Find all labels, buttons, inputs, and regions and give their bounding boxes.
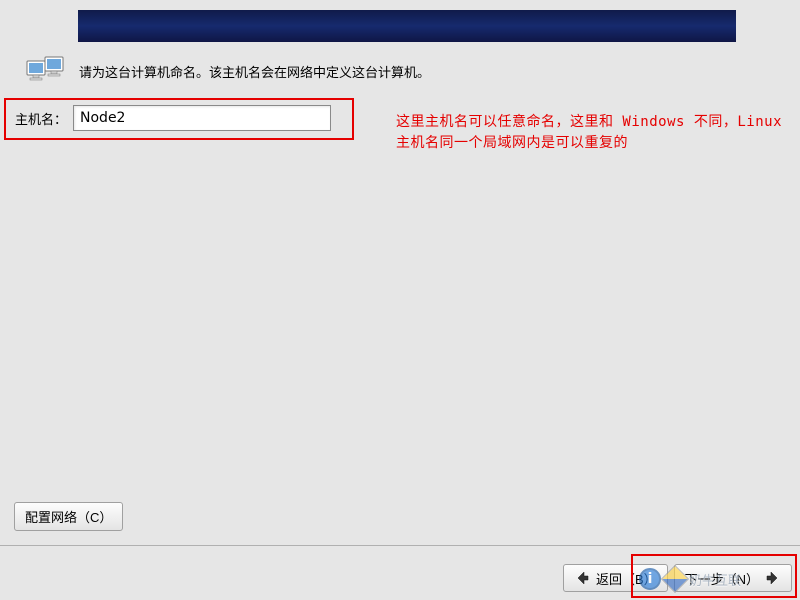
separator-line	[0, 545, 800, 546]
next-button-label: 下一步（N）	[685, 569, 759, 588]
computers-icon	[25, 55, 67, 87]
header-banner	[78, 10, 736, 42]
back-button[interactable]: 返回（B）	[563, 564, 668, 592]
annotation-text: 这里主机名可以任意命名，这里和 Windows 不同，Linux 主机名同一个局…	[396, 112, 794, 154]
back-button-label: 返回（B）	[596, 569, 657, 588]
instruction-text: 请为这台计算机命名。该主机名会在网络中定义这台计算机。	[79, 62, 430, 81]
hostname-label: 主机名：	[15, 109, 67, 128]
bottom-button-bar: 返回（B） 下一步（N）	[563, 564, 792, 592]
next-button[interactable]: 下一步（N）	[674, 564, 792, 592]
hostname-input[interactable]	[73, 105, 331, 131]
arrow-left-icon	[574, 570, 590, 586]
configure-network-button[interactable]: 配置网络（C）	[14, 502, 123, 531]
instruction-row: 请为这台计算机命名。该主机名会在网络中定义这台计算机。	[25, 55, 430, 87]
arrow-right-icon	[765, 570, 781, 586]
hostname-row: 主机名：	[15, 105, 331, 131]
